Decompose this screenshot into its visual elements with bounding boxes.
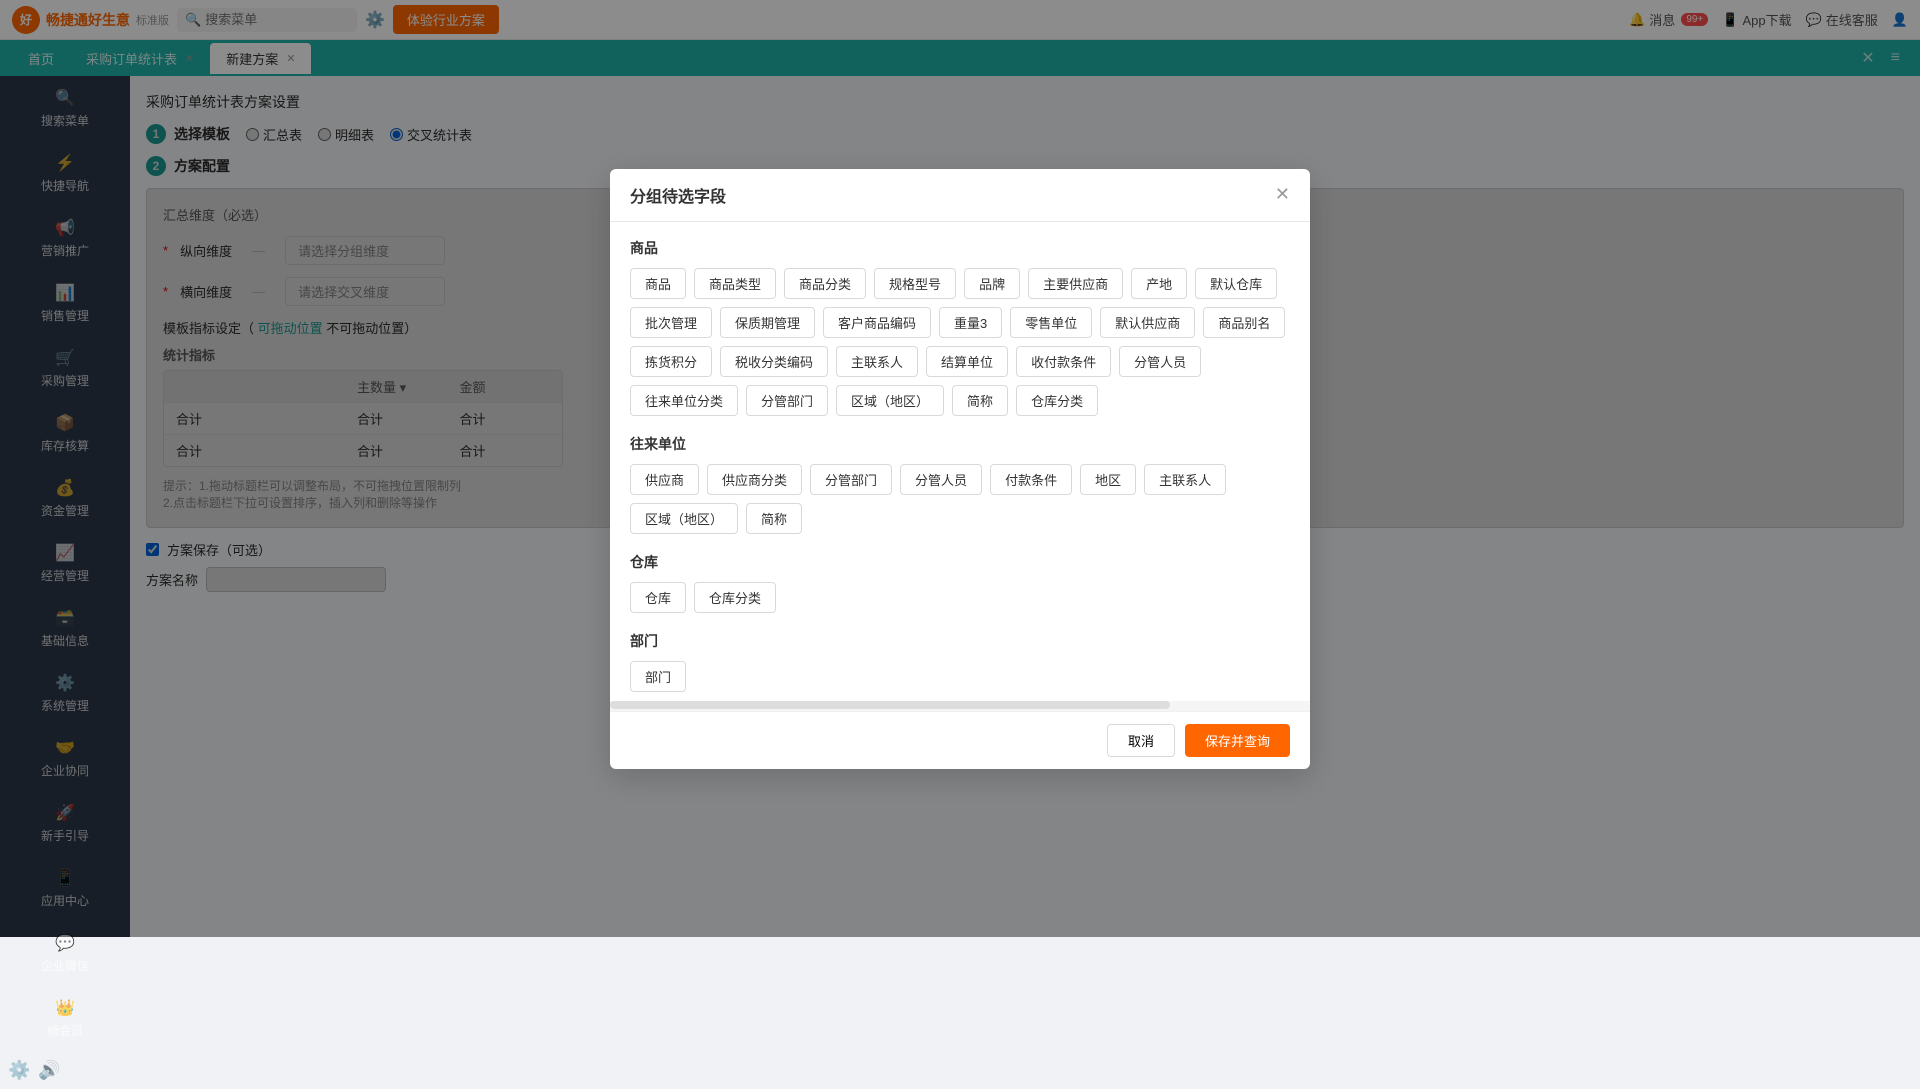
field-section-dept: 部门 部门: [630, 631, 1290, 692]
field-tag[interactable]: 分管部门: [746, 385, 828, 416]
field-tag[interactable]: 主要供应商: [1028, 268, 1123, 299]
field-tag[interactable]: 产地: [1131, 268, 1187, 299]
field-tag[interactable]: 结算单位: [926, 346, 1008, 377]
cancel-btn[interactable]: 取消: [1107, 724, 1175, 757]
sidebar-item-member[interactable]: 👑 畅会员: [0, 986, 130, 1051]
dialog-hscrollbar: [610, 702, 1310, 711]
field-tag[interactable]: 税收分类编码: [720, 346, 828, 377]
field-section-product: 商品 商品 商品类型 商品分类 规格型号 品牌 主要供应商 产地 默认仓库 批次…: [630, 238, 1290, 416]
field-tag[interactable]: 批次管理: [630, 307, 712, 338]
product-fields: 商品 商品类型 商品分类 规格型号 品牌 主要供应商 产地 默认仓库 批次管理 …: [630, 268, 1290, 416]
field-section-contacts: 往来单位 供应商 供应商分类 分管部门 分管人员 付款条件 地区 主联系人 区域…: [630, 434, 1290, 534]
dialog-close-btn[interactable]: ✕: [1275, 184, 1290, 205]
field-tag[interactable]: 分管人员: [1119, 346, 1201, 377]
field-tag[interactable]: 分管部门: [810, 464, 892, 495]
field-tag[interactable]: 主联系人: [836, 346, 918, 377]
field-tag[interactable]: 付款条件: [990, 464, 1072, 495]
field-tag[interactable]: 供应商: [630, 464, 699, 495]
dialog-overlay: 分组待选字段 ✕ 商品 商品 商品类型 商品分类 规格型号 品牌 主要供应商 产…: [0, 0, 1920, 937]
field-tag[interactable]: 仓库: [630, 582, 686, 613]
field-tag[interactable]: 收付款条件: [1016, 346, 1111, 377]
member-icon: 👑: [55, 998, 75, 1018]
sidebar-item-label: 企业微信: [41, 957, 89, 974]
field-tag[interactable]: 简称: [952, 385, 1008, 416]
field-tag[interactable]: 商品: [630, 268, 686, 299]
field-tag[interactable]: 重量3: [939, 307, 1002, 338]
section-title-warehouse: 仓库: [630, 552, 1290, 572]
sidebar-item-label: 畅会员: [47, 1022, 83, 1039]
dialog-title: 分组待选字段: [630, 183, 726, 207]
field-tag[interactable]: 品牌: [964, 268, 1020, 299]
dept-fields: 部门: [630, 661, 1290, 692]
field-tag[interactable]: 往来单位分类: [630, 385, 738, 416]
section-title-contacts: 往来单位: [630, 434, 1290, 454]
field-tag[interactable]: 区域（地区）: [836, 385, 944, 416]
field-tag[interactable]: 商品类型: [694, 268, 776, 299]
field-tag[interactable]: 供应商分类: [707, 464, 802, 495]
field-tag[interactable]: 拣货积分: [630, 346, 712, 377]
field-tag[interactable]: 商品分类: [784, 268, 866, 299]
field-tag[interactable]: 默认供应商: [1100, 307, 1195, 338]
section-title-product: 商品: [630, 238, 1290, 258]
field-tag[interactable]: 客户商品编码: [823, 307, 931, 338]
field-section-warehouse: 仓库 仓库 仓库分类: [630, 552, 1290, 613]
contacts-fields: 供应商 供应商分类 分管部门 分管人员 付款条件 地区 主联系人 区域（地区） …: [630, 464, 1290, 534]
section-title-dept: 部门: [630, 631, 1290, 651]
dialog: 分组待选字段 ✕ 商品 商品 商品类型 商品分类 规格型号 品牌 主要供应商 产…: [610, 169, 1310, 769]
dialog-header: 分组待选字段 ✕: [610, 169, 1310, 222]
dialog-footer: 取消 保存并查询: [610, 711, 1310, 769]
dialog-body: 商品 商品 商品类型 商品分类 规格型号 品牌 主要供应商 产地 默认仓库 批次…: [610, 222, 1310, 702]
save-query-btn[interactable]: 保存并查询: [1185, 724, 1290, 757]
field-tag[interactable]: 地区: [1080, 464, 1136, 495]
field-tag[interactable]: 默认仓库: [1195, 268, 1277, 299]
sound-icon[interactable]: 🔊: [38, 1060, 60, 1081]
field-tag[interactable]: 区域（地区）: [630, 503, 738, 534]
warehouse-fields: 仓库 仓库分类: [630, 582, 1290, 613]
field-tag[interactable]: 零售单位: [1010, 307, 1092, 338]
field-tag[interactable]: 部门: [630, 661, 686, 692]
field-tag[interactable]: 简称: [746, 503, 802, 534]
field-tag[interactable]: 主联系人: [1144, 464, 1226, 495]
field-tag[interactable]: 规格型号: [874, 268, 956, 299]
field-tag[interactable]: 商品别名: [1203, 307, 1285, 338]
field-tag[interactable]: 保质期管理: [720, 307, 815, 338]
field-tag[interactable]: 仓库分类: [694, 582, 776, 613]
sidebar-bottom: ⚙️ 🔊: [0, 1051, 130, 1089]
field-tag[interactable]: 分管人员: [900, 464, 982, 495]
settings-bottom-icon[interactable]: ⚙️: [8, 1060, 30, 1081]
field-tag[interactable]: 仓库分类: [1016, 385, 1098, 416]
